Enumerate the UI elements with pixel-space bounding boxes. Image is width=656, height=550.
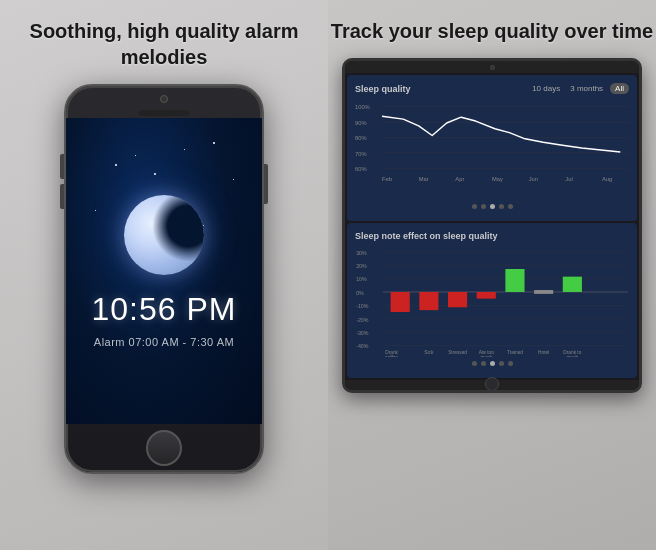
filter-10days[interactable]: 10 days	[529, 83, 563, 94]
svg-text:90%: 90%	[355, 120, 367, 126]
svg-text:0%: 0%	[356, 290, 364, 296]
svg-text:May: May	[492, 176, 503, 182]
tablet-bottom-bar	[345, 380, 639, 390]
bar-drank-coffee	[391, 292, 410, 312]
sleep-quality-svg: 100% 90% 80% 70% 60% Feb Mar Apr May	[355, 100, 629, 200]
bar-trained	[505, 269, 524, 292]
svg-text:20%: 20%	[356, 263, 367, 269]
svg-text:much: much	[567, 355, 579, 357]
svg-text:Mar: Mar	[419, 176, 429, 182]
svg-text:-40%: -40%	[356, 343, 369, 349]
tablet-top-bar	[345, 61, 639, 73]
svg-text:80%: 80%	[355, 135, 367, 141]
phone-vol-down-button	[60, 184, 64, 209]
sleep-note-chart: Sleep note effect on sleep quality 30% 2…	[347, 223, 637, 378]
svg-text:-30%: -30%	[356, 330, 369, 336]
svg-text:30%: 30%	[356, 250, 367, 256]
phone-device: 10:56 PM Alarm 07:00 AM - 7:30 AM	[64, 84, 264, 474]
sleep-note-chart-area: 30% 20% 10% 0% -10% -20% -30% -40%	[355, 247, 629, 357]
sleep-note-svg: 30% 20% 10% 0% -10% -20% -30% -40%	[355, 247, 629, 357]
svg-text:Trained: Trained	[507, 350, 523, 355]
filter-all[interactable]: All	[610, 83, 629, 94]
phone-home-button[interactable]	[146, 430, 182, 466]
left-title: Soothing, high quality alarm melodies	[0, 18, 328, 70]
svg-text:coffee: coffee	[385, 355, 398, 357]
svg-text:Jun: Jun	[529, 176, 538, 182]
moon-icon	[124, 195, 204, 275]
tablet-device: Sleep quality 10 days 3 months All 100% …	[342, 58, 642, 393]
left-panel: Soothing, high quality alarm melodies	[0, 0, 328, 550]
filter-3months[interactable]: 3 months	[567, 83, 606, 94]
phone-top-bar	[66, 86, 262, 108]
dot-2	[481, 204, 486, 209]
svg-text:Stressed: Stressed	[448, 350, 467, 355]
bar-stressed	[448, 292, 467, 307]
alarm-display: Alarm 07:00 AM - 7:30 AM	[94, 336, 234, 348]
chart1-dots	[355, 200, 629, 213]
chart-header: Sleep quality 10 days 3 months All	[355, 83, 629, 94]
dot-1	[472, 204, 477, 209]
bar-hotel	[534, 290, 553, 294]
bar-ate-too-much	[477, 292, 496, 299]
bar-dot-5	[508, 361, 513, 366]
time-display: 10:56 PM	[92, 291, 237, 328]
time-filter[interactable]: 10 days 3 months All	[529, 83, 629, 94]
right-panel: Track your sleep quality over time Sleep…	[328, 0, 656, 550]
tablet-camera	[490, 65, 495, 70]
svg-text:Jul: Jul	[565, 176, 572, 182]
bar-chart-header: Sleep note effect on sleep quality	[355, 231, 629, 241]
svg-text:much: much	[480, 355, 492, 357]
chart2-title: Sleep note effect on sleep quality	[355, 231, 498, 241]
chart1-title: Sleep quality	[355, 84, 411, 94]
phone-body: 10:56 PM Alarm 07:00 AM - 7:30 AM	[64, 84, 264, 474]
dot-4	[499, 204, 504, 209]
bar-dot-3	[490, 361, 495, 366]
phone-side-button	[264, 164, 268, 204]
bar-dot-1	[472, 361, 477, 366]
bar-dot-2	[481, 361, 486, 366]
bar-drank-to-much	[563, 277, 582, 292]
svg-text:-20%: -20%	[356, 317, 369, 323]
dot-5	[508, 204, 513, 209]
bar-dot-4	[499, 361, 504, 366]
svg-text:-10%: -10%	[356, 303, 369, 309]
sleep-quality-chart: Sleep quality 10 days 3 months All 100% …	[347, 75, 637, 221]
phone-vol-up-button	[60, 154, 64, 179]
tablet-home-button[interactable]	[485, 377, 499, 391]
phone-camera	[160, 95, 168, 103]
svg-text:Aug: Aug	[602, 176, 612, 182]
right-title: Track your sleep quality over time	[331, 18, 653, 44]
bar-sick	[419, 292, 438, 310]
sleep-quality-chart-area: 100% 90% 80% 70% 60% Feb Mar Apr May	[355, 100, 629, 200]
svg-text:Apr: Apr	[455, 176, 464, 182]
svg-text:Feb: Feb	[382, 176, 392, 182]
svg-text:Hotel: Hotel	[538, 350, 549, 355]
phone-screen: 10:56 PM Alarm 07:00 AM - 7:30 AM	[66, 118, 262, 424]
chart2-dots	[355, 357, 629, 370]
svg-text:60%: 60%	[355, 166, 367, 172]
svg-text:10%: 10%	[356, 276, 367, 282]
phone-speaker	[139, 110, 189, 116]
svg-text:Sick: Sick	[424, 350, 434, 355]
svg-text:100%: 100%	[355, 104, 370, 110]
dot-3	[490, 204, 495, 209]
svg-text:70%: 70%	[355, 151, 367, 157]
